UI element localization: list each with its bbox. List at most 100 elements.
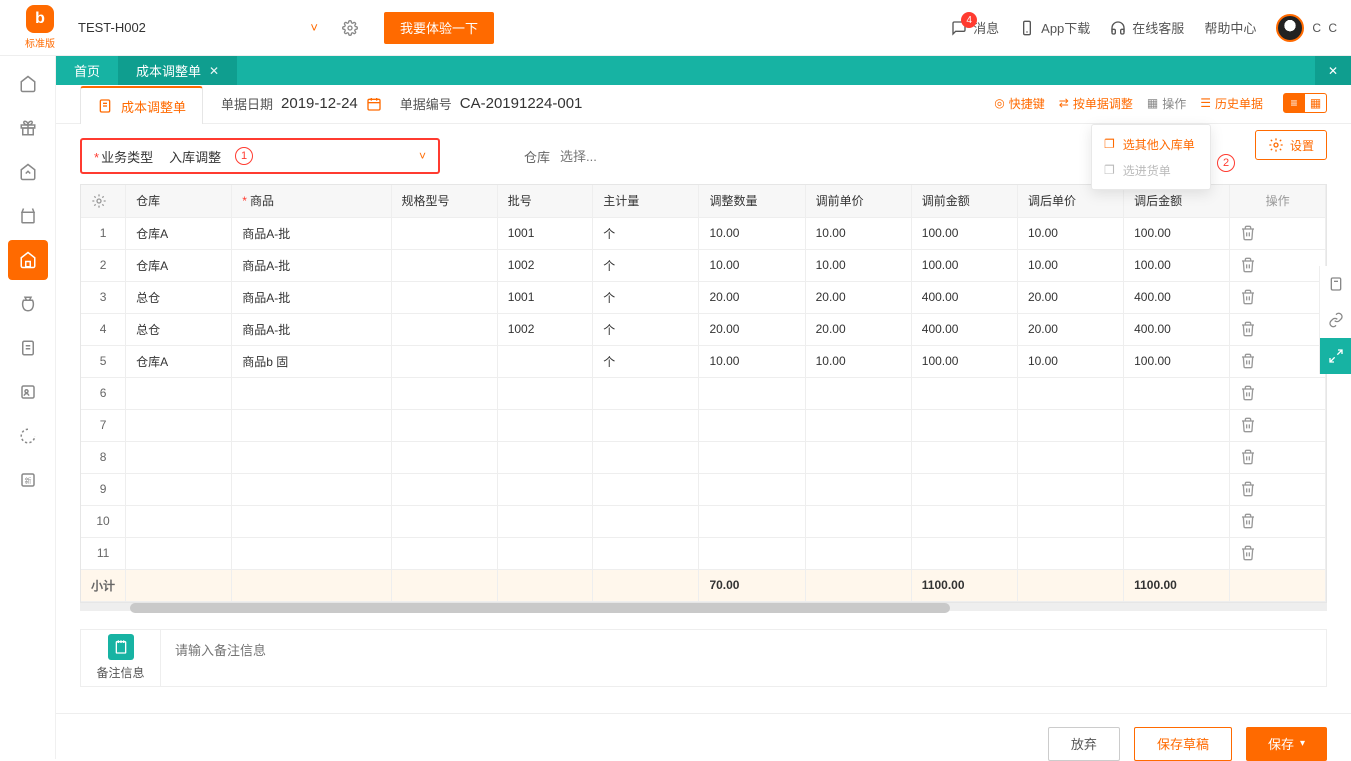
cell-pre-amount[interactable]	[911, 377, 1017, 409]
cell-spec[interactable]	[391, 345, 497, 377]
history-button[interactable]: ☰历史单据	[1200, 95, 1263, 112]
row-delete-button[interactable]	[1230, 537, 1326, 569]
cell-pre-price[interactable]	[805, 409, 911, 441]
org-settings-button[interactable]	[334, 12, 366, 44]
save-draft-button[interactable]: 保存草稿	[1134, 727, 1232, 761]
cell-pre-price[interactable]	[805, 537, 911, 569]
cell-post-amount[interactable]	[1124, 537, 1230, 569]
cell-spec[interactable]	[391, 505, 497, 537]
scroll-thumb[interactable]	[130, 603, 950, 613]
col-pre-amount[interactable]: 调前金额	[911, 185, 1017, 217]
cell-spec[interactable]	[391, 441, 497, 473]
warehouse-input[interactable]	[560, 149, 760, 164]
row-delete-button[interactable]	[1230, 505, 1326, 537]
cell-pre-amount[interactable]	[911, 537, 1017, 569]
cell-product[interactable]: 商品b 固	[232, 345, 391, 377]
cell-post-price[interactable]	[1017, 473, 1123, 505]
cell-unit[interactable]	[593, 537, 699, 569]
drop-other-in[interactable]: ❐ 选其他入库单	[1092, 131, 1210, 157]
cell-product[interactable]: 商品A-批	[232, 281, 391, 313]
table-row[interactable]: 10	[81, 505, 1326, 537]
cell-pre-amount[interactable]: 100.00	[911, 217, 1017, 249]
sidebar-contact[interactable]	[8, 372, 48, 412]
cell-adj-qty[interactable]: 10.00	[699, 249, 805, 281]
cell-spec[interactable]	[391, 377, 497, 409]
cell-unit[interactable]	[593, 377, 699, 409]
cell-unit[interactable]: 个	[593, 345, 699, 377]
discard-button[interactable]: 放弃	[1048, 727, 1120, 761]
close-icon[interactable]: ✕	[209, 64, 219, 78]
warehouse-filter[interactable]: 仓库	[524, 147, 760, 166]
cell-warehouse[interactable]: 总仓	[126, 313, 232, 345]
cell-pre-amount[interactable]	[911, 473, 1017, 505]
col-config[interactable]	[81, 185, 126, 217]
cell-batch[interactable]: 1001	[497, 281, 593, 313]
row-delete-button[interactable]	[1230, 441, 1326, 473]
cell-warehouse[interactable]: 仓库A	[126, 249, 232, 281]
cell-batch[interactable]: 1002	[497, 249, 593, 281]
cell-batch[interactable]	[497, 473, 593, 505]
sidebar-warehouse[interactable]	[8, 240, 48, 280]
cell-adj-qty[interactable]: 10.00	[699, 217, 805, 249]
calendar-icon[interactable]	[366, 96, 382, 112]
cell-post-amount[interactable]	[1124, 505, 1230, 537]
app-download-button[interactable]: App下载	[1019, 18, 1090, 37]
cell-pre-amount[interactable]: 100.00	[911, 345, 1017, 377]
col-warehouse[interactable]: 仓库	[126, 185, 232, 217]
cell-unit[interactable]: 个	[593, 217, 699, 249]
view-list-button[interactable]: ≡	[1283, 93, 1305, 113]
support-button[interactable]: 在线客服	[1110, 18, 1184, 37]
cell-adj-qty[interactable]	[699, 505, 805, 537]
cell-pre-price[interactable]: 20.00	[805, 313, 911, 345]
org-select[interactable]: TEST-H002 ˅	[68, 12, 328, 44]
cell-batch[interactable]	[497, 345, 593, 377]
sidebar-home[interactable]	[8, 64, 48, 104]
cell-unit[interactable]: 个	[593, 249, 699, 281]
table-row[interactable]: 7	[81, 409, 1326, 441]
row-delete-button[interactable]	[1230, 345, 1326, 377]
sidebar-new[interactable]: 新	[8, 460, 48, 500]
table-row[interactable]: 5仓库A商品b 固个10.0010.00100.0010.00100.00	[81, 345, 1326, 377]
cell-warehouse[interactable]: 仓库A	[126, 345, 232, 377]
cell-post-price[interactable]: 10.00	[1017, 217, 1123, 249]
cell-warehouse[interactable]	[126, 505, 232, 537]
remarks-input[interactable]	[161, 630, 1326, 686]
cell-batch[interactable]: 1002	[497, 313, 593, 345]
shortcut-button[interactable]: ◎快捷键	[994, 95, 1045, 112]
sidebar-clipboard[interactable]	[8, 328, 48, 368]
cell-pre-price[interactable]	[805, 441, 911, 473]
messages-button[interactable]: 4 消息	[951, 18, 999, 37]
cell-post-price[interactable]: 20.00	[1017, 313, 1123, 345]
cell-batch[interactable]: 1001	[497, 217, 593, 249]
cell-pre-price[interactable]	[805, 473, 911, 505]
col-batch[interactable]: 批号	[497, 185, 593, 217]
cell-post-amount[interactable]	[1124, 473, 1230, 505]
cell-post-amount[interactable]	[1124, 441, 1230, 473]
cell-adj-qty[interactable]	[699, 409, 805, 441]
doc-date-value[interactable]: 2019-12-24	[281, 95, 358, 112]
cell-product[interactable]	[232, 377, 391, 409]
cell-pre-price[interactable]: 10.00	[805, 345, 911, 377]
cell-pre-amount[interactable]	[911, 409, 1017, 441]
cell-post-amount[interactable]: 100.00	[1124, 345, 1230, 377]
sidebar-money[interactable]	[8, 284, 48, 324]
cell-post-amount[interactable]: 400.00	[1124, 313, 1230, 345]
cell-unit[interactable]	[593, 473, 699, 505]
view-grid-button[interactable]: ▦	[1305, 93, 1327, 113]
cell-spec[interactable]	[391, 281, 497, 313]
avatar[interactable]	[1276, 14, 1304, 42]
tab-home[interactable]: 首页	[56, 56, 118, 85]
cell-warehouse[interactable]: 总仓	[126, 281, 232, 313]
table-settings-button[interactable]: 设置	[1255, 130, 1327, 160]
cell-post-amount[interactable]: 400.00	[1124, 281, 1230, 313]
cell-post-amount[interactable]: 100.00	[1124, 249, 1230, 281]
col-spec[interactable]: 规格型号	[391, 185, 497, 217]
cell-warehouse[interactable]	[126, 441, 232, 473]
cell-batch[interactable]	[497, 537, 593, 569]
save-button[interactable]: 保存▾	[1246, 727, 1327, 761]
cell-product[interactable]	[232, 473, 391, 505]
help-button[interactable]: 帮助中心	[1204, 18, 1256, 37]
table-row[interactable]: 1仓库A商品A-批1001个10.0010.00100.0010.00100.0…	[81, 217, 1326, 249]
cell-post-price[interactable]	[1017, 409, 1123, 441]
trial-button[interactable]: 我要体验一下	[384, 12, 494, 44]
